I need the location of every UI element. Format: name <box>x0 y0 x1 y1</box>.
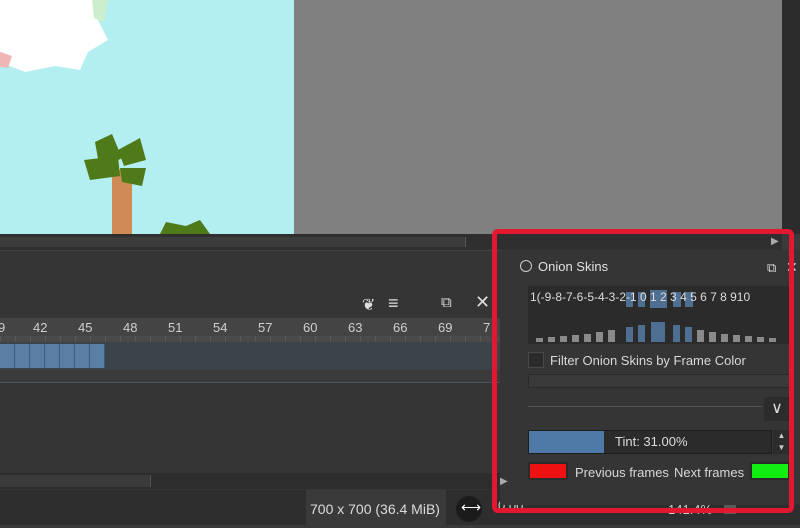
ruler-label: 48 <box>123 320 138 335</box>
docker-title-label: Onion Skins <box>538 259 609 274</box>
filter-label: Filter Onion Skins by Frame Color <box>550 353 746 368</box>
onion-bar[interactable] <box>757 337 764 342</box>
arrow-right-icon[interactable]: ▶ <box>500 476 508 487</box>
ruler-label: 63 <box>348 320 363 335</box>
next-frames-color[interactable] <box>750 462 790 480</box>
scrollbar-thumb[interactable] <box>0 475 151 487</box>
onion-opacity-bars[interactable] <box>528 312 790 344</box>
tint-slider-fill <box>529 431 604 453</box>
checkbox-box[interactable] <box>528 352 544 368</box>
ruler-label: 45 <box>78 320 93 335</box>
onion-frame-numbers: 1(-9-8-7-6-5-4-3-2-1 0 1 2 3 4 5 6 7 8 9… <box>530 290 751 304</box>
frame-cell[interactable] <box>15 344 30 368</box>
arrow-down-icon[interactable]: ▼ <box>773 442 790 454</box>
frame-cell[interactable] <box>0 344 15 368</box>
timeline-frames-row[interactable] <box>0 342 500 370</box>
onion-bar[interactable] <box>584 334 591 342</box>
onion-bar[interactable] <box>572 335 579 342</box>
ruler-label: 54 <box>213 320 228 335</box>
frame-cell[interactable] <box>30 344 45 368</box>
arrow-right-icon[interactable]: ▶ <box>771 236 779 247</box>
onion-bar[interactable] <box>685 327 692 342</box>
canvas-backdrop <box>294 0 782 234</box>
scrollbar-thumb[interactable] <box>0 237 466 247</box>
onion-bar[interactable] <box>733 335 740 342</box>
vertical-scrollbar[interactable] <box>782 0 800 234</box>
next-frames-label: Next frames <box>674 465 745 480</box>
frame-cell[interactable] <box>90 344 105 368</box>
lock-icon[interactable] <box>520 260 532 272</box>
filter-by-color-checkbox[interactable]: Filter Onion Skins by Frame Color <box>528 352 746 368</box>
onion-bar[interactable] <box>651 322 665 342</box>
canvas-artwork <box>0 0 210 234</box>
ruler-label: 7 <box>483 320 491 335</box>
ruler-label: 42 <box>33 320 48 335</box>
drawing-canvas[interactable] <box>0 0 294 234</box>
timeline-scrollbar[interactable] <box>0 473 500 489</box>
tint-label: Tint: 31.00% <box>615 434 688 449</box>
timeline-empty-row[interactable] <box>0 370 500 383</box>
onion-bar[interactable] <box>560 336 567 342</box>
frame-cell[interactable] <box>45 344 60 368</box>
rotate-icon: ⟷ <box>461 499 482 515</box>
onion-bar[interactable] <box>745 336 752 342</box>
onion-bar[interactable] <box>626 327 633 342</box>
onion-bar[interactable] <box>769 338 776 342</box>
ruler-label: 57 <box>258 320 273 335</box>
onion-bar[interactable] <box>548 337 555 342</box>
rotation-reset-button[interactable]: ⟷ <box>456 496 482 522</box>
frame-cell[interactable] <box>75 344 90 368</box>
onion-bar[interactable] <box>596 332 603 342</box>
docker-title: Onion Skins <box>520 259 608 274</box>
onion-bar[interactable] <box>638 325 645 342</box>
previous-frames-color[interactable] <box>528 462 568 480</box>
timeline-header: ❦ ≡ ⧉ ✕ <box>0 290 500 318</box>
menu-icon[interactable]: ≡ <box>388 293 399 314</box>
float-icon[interactable]: ⧉ <box>441 294 452 311</box>
close-icon[interactable]: ✕ <box>786 259 798 276</box>
onion-bar[interactable] <box>673 325 680 342</box>
horizontal-scrollbar[interactable] <box>0 234 782 250</box>
onion-bar[interactable] <box>536 338 543 342</box>
onion-skin-icon[interactable]: ❦ <box>362 295 375 315</box>
divider <box>528 406 762 407</box>
onion-bar[interactable] <box>697 330 704 342</box>
bush-shape <box>160 220 210 234</box>
color-filter-bar <box>528 374 790 388</box>
image-size-label: 700 x 700 (36.4 MiB) <box>306 490 446 525</box>
cloud-shape <box>0 0 108 72</box>
close-icon[interactable]: ✕ <box>475 292 490 313</box>
ruler-label: 69 <box>438 320 453 335</box>
ruler-label: 60 <box>303 320 318 335</box>
chevron-down-icon[interactable]: ∨ <box>764 397 790 421</box>
previous-frames-label: Previous frames <box>575 465 669 480</box>
arrow-up-icon[interactable]: ▲ <box>773 430 790 442</box>
ruler-label: 66 <box>393 320 408 335</box>
palm-leaf-shape <box>84 156 120 180</box>
tint-spinner[interactable]: ▲ ▼ <box>773 430 790 454</box>
ruler-label: 9 <box>0 320 6 335</box>
onion-bar[interactable] <box>608 330 615 342</box>
frame-cell[interactable] <box>60 344 75 368</box>
ruler-label: 51 <box>168 320 183 335</box>
float-icon[interactable]: ⧉ <box>767 260 776 276</box>
onion-bar[interactable] <box>721 334 728 342</box>
onion-bar[interactable] <box>709 332 716 342</box>
palm-leaf-shape <box>118 138 146 166</box>
